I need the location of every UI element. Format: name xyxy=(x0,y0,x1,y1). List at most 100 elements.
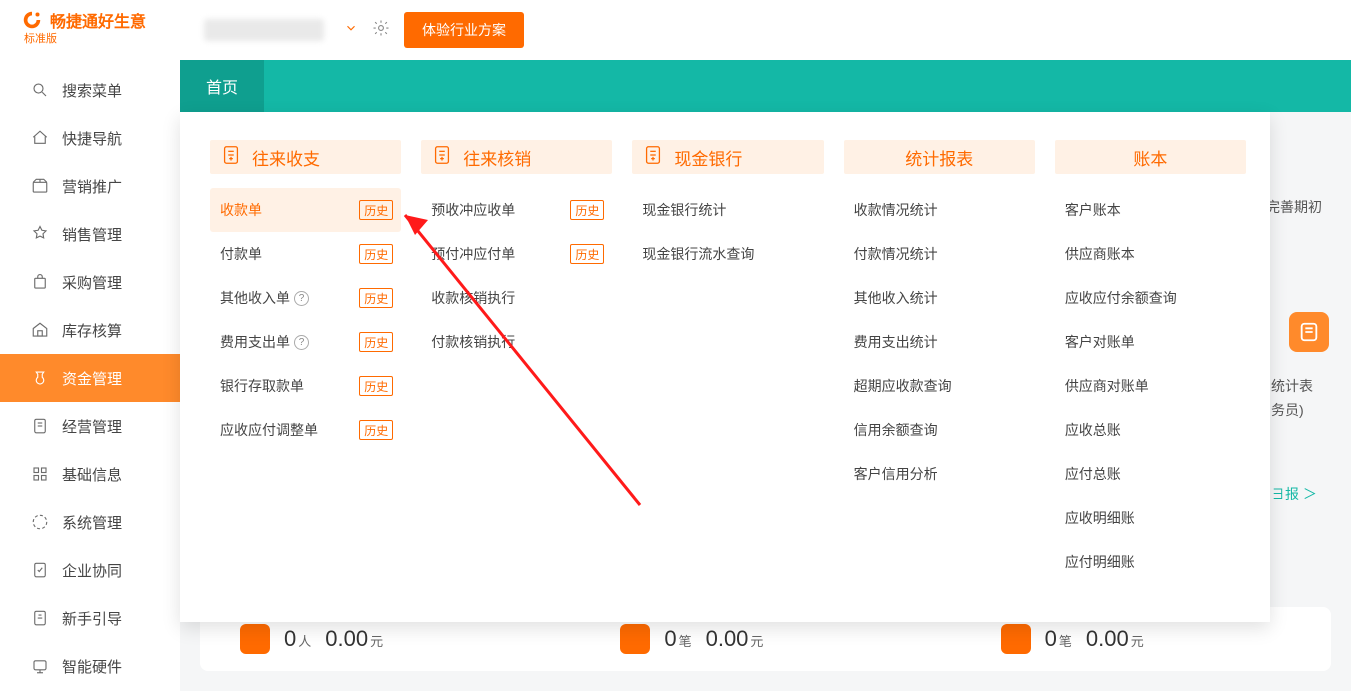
help-icon[interactable]: ? xyxy=(294,291,309,306)
sys-icon xyxy=(30,512,50,532)
mega-item[interactable]: 其他收入单? 历史 xyxy=(210,276,401,320)
mega-item-label: 信用余额查询 xyxy=(854,420,938,440)
mega-item[interactable]: 超期应收款查询 xyxy=(844,364,1035,408)
stat-amount: 0.00元 xyxy=(325,626,383,652)
stat-qty: 0笔 xyxy=(1045,626,1072,652)
sidebar-item-mkt[interactable]: 营销推广 xyxy=(0,162,180,210)
mega-item[interactable]: 收款情况统计 xyxy=(844,188,1035,232)
history-badge[interactable]: 历史 xyxy=(359,376,393,396)
sidebar-item-label: 企业协同 xyxy=(62,560,122,581)
try-industry-button[interactable]: 体验行业方案 xyxy=(404,12,524,48)
chevron-down-icon xyxy=(344,21,358,40)
mega-item-label: 其他收入单? xyxy=(220,288,309,308)
mega-item-label: 银行存取款单 xyxy=(220,376,304,396)
stat-block: 0人 0.00元 xyxy=(240,624,383,654)
mega-item[interactable]: 应收明细账 xyxy=(1055,496,1246,540)
history-badge[interactable]: 历史 xyxy=(359,332,393,352)
mega-item[interactable]: 应收应付调整单历史 xyxy=(210,408,401,452)
sidebar-item-sys[interactable]: 系统管理 xyxy=(0,498,180,546)
mega-item[interactable]: 付款核销执行 xyxy=(421,320,612,364)
base-icon xyxy=(30,464,50,484)
mega-col-往来核销: 往来核销预收冲应收单历史预付冲应付单历史收款核销执行付款核销执行 xyxy=(421,140,612,610)
mega-item[interactable]: 收款单历史 xyxy=(210,188,401,232)
hw-icon xyxy=(30,656,50,676)
mega-item[interactable]: 应付总账 xyxy=(1055,452,1246,496)
stat-block: 0笔 0.00元 xyxy=(1001,624,1144,654)
doc-icon xyxy=(431,144,453,171)
mega-item[interactable]: 付款单历史 xyxy=(210,232,401,276)
sidebar-item-label: 销售管理 xyxy=(62,224,122,245)
mkt-icon xyxy=(30,176,50,196)
mega-item[interactable]: 银行存取款单 历史 xyxy=(210,364,401,408)
history-badge[interactable]: 历史 xyxy=(359,288,393,308)
mega-col-现金银行: 现金银行现金银行统计现金银行流水查询 xyxy=(632,140,823,610)
tab-home[interactable]: 首页 xyxy=(180,60,264,112)
mega-item[interactable]: 付款情况统计 xyxy=(844,232,1035,276)
stat-amount: 0.00元 xyxy=(1086,626,1144,652)
logo-text: 畅捷通好生意 xyxy=(50,8,146,32)
finance-icon xyxy=(30,368,50,388)
mega-item-label: 超期应收款查询 xyxy=(854,376,952,396)
mega-item[interactable]: 供应商账本 xyxy=(1055,232,1246,276)
gear-icon[interactable] xyxy=(372,19,390,42)
mega-item[interactable]: 应付明细账 xyxy=(1055,540,1246,584)
quicknav-icon xyxy=(30,128,50,148)
mega-item[interactable]: 费用支出单?历史 xyxy=(210,320,401,364)
doc-icon xyxy=(642,144,664,171)
mega-item[interactable]: 应收总账 xyxy=(1055,408,1246,452)
mega-item[interactable]: 费用支出统计 xyxy=(844,320,1035,364)
history-badge[interactable]: 历史 xyxy=(359,244,393,264)
mega-item[interactable]: 客户信用分析 xyxy=(844,452,1035,496)
sidebar-item-guide[interactable]: 新手引导 xyxy=(0,594,180,642)
purchase-icon xyxy=(30,272,50,292)
mega-item[interactable]: 预付冲应付单历史 xyxy=(421,232,612,276)
mega-item-label: 应付总账 xyxy=(1065,464,1121,484)
mega-item[interactable]: 现金银行统计 xyxy=(632,188,823,232)
sidebar-item-label: 经营管理 xyxy=(62,416,122,437)
history-badge[interactable]: 历史 xyxy=(359,200,393,220)
sidebar-item-purchase[interactable]: 采购管理 xyxy=(0,258,180,306)
sidebar-item-hw[interactable]: 智能硬件 xyxy=(0,642,180,690)
history-badge[interactable]: 历史 xyxy=(570,244,604,264)
background-content-right: 完善期初 xyxy=(1266,190,1351,224)
tab-strip: 首页 xyxy=(180,60,1351,112)
org-selector[interactable] xyxy=(204,19,358,41)
sidebar-item-quicknav[interactable]: 快捷导航 xyxy=(0,114,180,162)
mega-col-header: 统计报表 xyxy=(844,140,1035,174)
sidebar-menu: 搜索菜单快捷导航营销推广销售管理采购管理库存核算资金管理经营管理基础信息系统管理… xyxy=(0,60,180,690)
stat-icon xyxy=(620,624,650,654)
mega-item[interactable]: 应收应付余额查询 xyxy=(1055,276,1246,320)
mega-item-label: 收款情况统计 xyxy=(854,200,938,220)
mega-item[interactable]: 客户对账单 xyxy=(1055,320,1246,364)
mega-item[interactable]: 收款核销执行 xyxy=(421,276,612,320)
sidebar-item-corp[interactable]: 企业协同 xyxy=(0,546,180,594)
sidebar-item-label: 新手引导 xyxy=(62,608,122,629)
mega-item-label: 应付明细账 xyxy=(1065,552,1135,572)
sidebar-item-finance[interactable]: 资金管理 xyxy=(0,354,180,402)
mega-item[interactable]: 其他收入统计 xyxy=(844,276,1035,320)
mega-item[interactable]: 供应商对账单 xyxy=(1055,364,1246,408)
mega-col-header: 往来收支 xyxy=(210,140,401,174)
stat-block: 0笔0.00元 xyxy=(620,624,763,654)
sidebar-item-ops[interactable]: 经营管理 xyxy=(0,402,180,450)
history-badge[interactable]: 历史 xyxy=(359,420,393,440)
floating-shortcut-icon[interactable] xyxy=(1289,312,1329,352)
sidebar-item-label: 搜索菜单 xyxy=(62,80,122,101)
mega-item[interactable]: 现金银行流水查询 xyxy=(632,232,823,276)
sidebar-item-stock[interactable]: 库存核算 xyxy=(0,306,180,354)
sidebar-item-label: 采购管理 xyxy=(62,272,122,293)
sidebar-item-sales[interactable]: 销售管理 xyxy=(0,210,180,258)
history-badge[interactable]: 历史 xyxy=(570,200,604,220)
stat-qty: 0人 xyxy=(284,626,311,652)
sales-icon xyxy=(30,224,50,244)
guide-icon xyxy=(30,608,50,628)
stat-amount: 0.00元 xyxy=(706,626,764,652)
sidebar-item-search[interactable]: 搜索菜单 xyxy=(0,66,180,114)
help-icon[interactable]: ? xyxy=(294,335,309,350)
doc-icon xyxy=(220,144,242,171)
mega-item[interactable]: 客户账本 xyxy=(1055,188,1246,232)
mega-item[interactable]: 预收冲应收单历史 xyxy=(421,188,612,232)
sidebar-item-base[interactable]: 基础信息 xyxy=(0,450,180,498)
mega-item[interactable]: 信用余额查询 xyxy=(844,408,1035,452)
search-icon xyxy=(30,80,50,100)
